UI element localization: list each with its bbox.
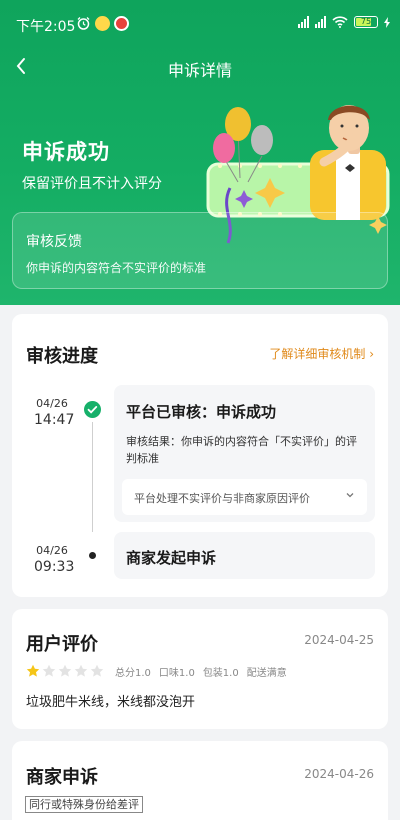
step-time: 14:47 [34,412,75,428]
alarm-icon [76,16,91,31]
handling-rule-dropdown[interactable]: 平台处理不实评价与非商家原因评价 [122,479,367,515]
battery-icon: 75 [354,16,378,28]
review-text: 垃圾肥牛米线，米线都没泡开 [26,695,196,710]
charging-icon [384,16,390,28]
step-date: 04/26 [36,544,68,557]
score-taste: 口味1.0 [158,668,195,679]
score-delivery: 配送满意 [246,668,287,679]
user-review-card: 用户评价 2024-04-25 总分1.0 口味1.0 包装1.0 配送满意 垃… [12,609,388,729]
star-empty-icon [58,664,72,677]
star-empty-icon [74,664,88,677]
appeal-reason-tag: 同行或特殊身份给差评 [25,796,143,813]
result-subtitle: 保留评价且不计入评分 [22,176,162,192]
signal-icon [315,16,326,28]
timeline-step: 商家发起申诉 [114,532,375,579]
feedback-text: 你申诉的内容符合不实评价的标准 [26,261,207,275]
wifi-icon [332,16,348,28]
appeal-date: 2024-04-26 [304,767,374,781]
header-banner: 下午2:05 75 申诉详情 申诉成功 保留评价且不计入评分 审核反馈 你申诉的… [0,0,400,305]
status-bar: 下午2:05 75 [0,0,400,48]
star-empty-icon [90,664,104,677]
result-title: 申诉成功 [22,140,110,164]
step-title: 平台已审核：申诉成功 [126,403,277,421]
step-datetime: 04/26 14:47 [34,397,75,428]
step-date: 04/26 [36,397,68,410]
chevron-down-icon [346,493,354,498]
step-time: 09:33 [34,559,75,575]
timeline-line [92,422,93,532]
progress-title: 审核进度 [26,346,98,367]
star-filled-icon [26,664,40,677]
review-feedback-box: 审核反馈 你申诉的内容符合不实评价的标准 [12,212,388,289]
review-progress-card: 审核进度 了解详细审核机制 › 04/26 14:47 平台已审核：申诉成功 审… [12,314,388,597]
page-title: 申诉详情 [167,61,232,80]
timeline-dot [89,552,96,559]
step-title: 商家发起申诉 [126,549,217,567]
step-datetime: 04/26 09:33 [34,544,75,575]
timeline-step: 平台已审核：申诉成功 审核结果：你申诉的内容符合「不实评价」的评判标准 平台处理… [114,385,375,522]
merchant-appeal-title: 商家申诉 [26,767,98,788]
score-packaging: 包装1.0 [202,668,239,679]
feedback-title: 审核反馈 [26,234,82,250]
status-time: 下午2:05 [16,19,76,35]
star-rating [26,664,104,678]
merchant-appeal-card: 商家申诉 2024-04-26 同行或特殊身份给差评 [12,741,388,820]
app-notification-icon [114,16,129,31]
dropdown-label: 平台处理不实评价与非商家原因评价 [134,492,310,505]
review-mechanism-link[interactable]: 了解详细审核机制 › [269,345,374,362]
status-indicators: 75 [298,16,390,28]
app-notification-icon [95,16,110,31]
review-date: 2024-04-25 [304,633,374,647]
score-breakdown: 总分1.0 口味1.0 包装1.0 配送满意 [115,664,287,679]
nav-bar: 申诉详情 [0,48,400,86]
score-total: 总分1.0 [115,668,151,679]
star-empty-icon [42,664,56,677]
signal-icon [298,16,309,28]
user-review-title: 用户评价 [26,634,98,655]
check-circle-icon [84,401,101,418]
step-detail: 审核结果：你申诉的内容符合「不实评价」的评判标准 [126,435,357,465]
